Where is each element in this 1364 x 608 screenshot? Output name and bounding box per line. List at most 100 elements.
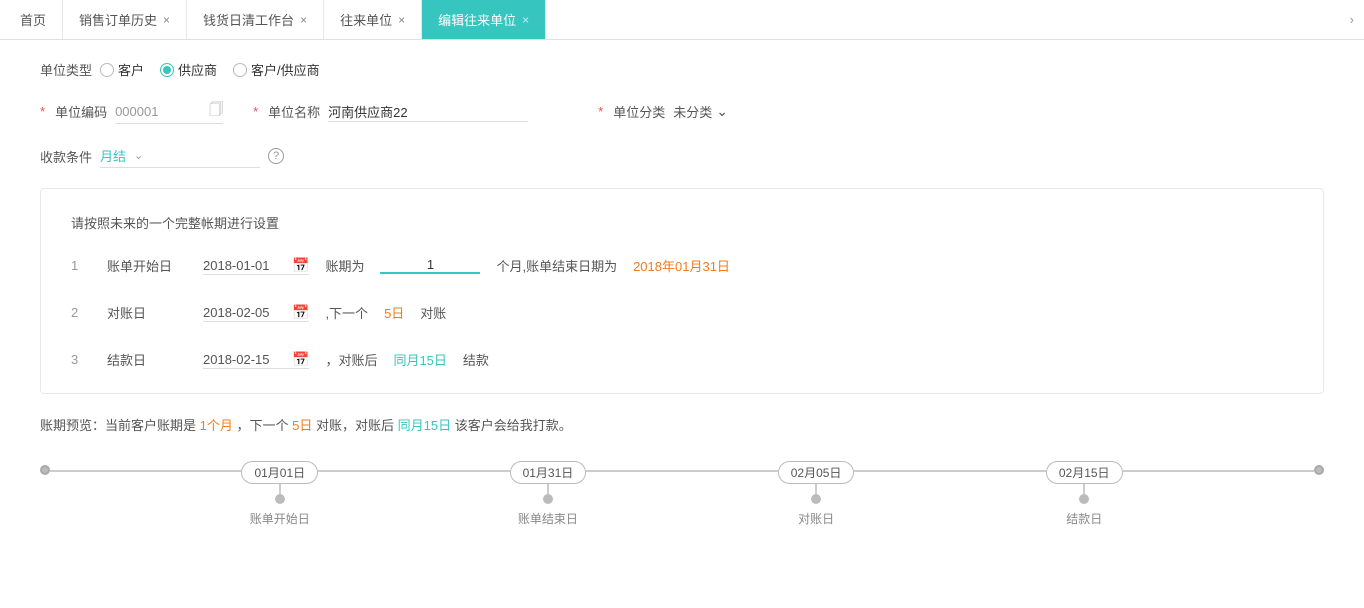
tl-stem-4	[1083, 484, 1085, 494]
tab-home-label: 首页	[20, 10, 46, 29]
reconcile-date-input: 📅	[203, 304, 309, 322]
preview-mid1: ，下一个	[237, 418, 289, 433]
start-date-input: 📅	[203, 257, 309, 275]
timeline-node-1: 01月01日 账单开始日	[241, 461, 318, 527]
payment-label: 收款条件	[40, 147, 92, 166]
unit-info-row: * 单位编码 🗍 * 单位名称 * 单位分类 未分类 ⌄	[40, 99, 1324, 124]
end-date-highlight: 2018年01月31日	[633, 256, 730, 275]
radio-customer[interactable]: 客户	[100, 60, 144, 79]
preview-section: 账期预览：当前客户账期是 1个月 ，下一个 5日 对账，对账后 同月15日 该客…	[40, 414, 1324, 527]
tab-partner-label: 往来单位	[340, 10, 392, 29]
payment-date-field[interactable]	[203, 352, 288, 367]
unit-code-field: * 单位编码 🗍	[40, 99, 223, 124]
row-label-2: 对账日	[107, 303, 187, 322]
unit-code-copy-icon[interactable]: 🗍	[209, 99, 223, 123]
radio-both-label: 客户/供应商	[251, 60, 320, 79]
payment-suffix: 结款	[463, 350, 489, 369]
timeline-node-4: 02月15日 结款日	[1046, 461, 1123, 527]
tl-line-0	[50, 470, 241, 472]
tab-sales-history[interactable]: 销售订单历史 ×	[63, 0, 187, 39]
row-num-2: 2	[71, 305, 91, 320]
row-label-3: 结款日	[107, 350, 187, 369]
tl-line-1	[318, 470, 509, 472]
setting-row-1: 1 账单开始日 📅 账期为 个月,账单结束日期为 2018年01月31日	[71, 256, 1293, 275]
tab-edit-partner-close[interactable]: ×	[522, 13, 529, 27]
preview-text: 账期预览：当前客户账期是 1个月 ，下一个 5日 对账，对账后 同月15日 该客…	[40, 414, 1324, 437]
radio-group-unit-type: 客户 供应商 客户/供应商	[100, 60, 320, 79]
payment-prefix: ，对账后	[325, 350, 377, 369]
timeline-end-dot	[1314, 465, 1324, 475]
preview-part2: 5日	[292, 418, 312, 433]
tab-partner-close[interactable]: ×	[398, 13, 405, 27]
tl-dot-1	[275, 494, 285, 504]
radio-supplier[interactable]: 供应商	[160, 60, 217, 79]
radio-customer-circle	[100, 63, 114, 77]
start-date-calendar-icon[interactable]: 📅	[292, 257, 309, 274]
radio-both-circle	[233, 63, 247, 77]
setting-row-3: 3 结款日 📅 ，对账后 同月15日 结款	[71, 350, 1293, 369]
timeline-node-4-pill: 02月15日	[1046, 461, 1123, 484]
content-area: 单位类型 客户 供应商 客户/供应商 * 单位编码	[0, 40, 1364, 608]
timeline-node-3-pill: 02月05日	[778, 461, 855, 484]
unit-classify-value: 未分类	[673, 102, 712, 121]
payment-date-calendar-icon[interactable]: 📅	[292, 351, 309, 368]
period-prefix: 账期为	[325, 256, 364, 275]
unit-type-row: 单位类型 客户 供应商 客户/供应商	[40, 60, 1324, 79]
unit-type-field: 单位类型 客户 供应商 客户/供应商	[40, 60, 320, 79]
payment-help-icon[interactable]: ?	[268, 148, 284, 164]
reconcile-date-field[interactable]	[203, 305, 288, 320]
radio-supplier-label: 供应商	[178, 60, 217, 79]
reconcile-prefix: ,下一个	[325, 303, 368, 322]
timeline-start-dot	[40, 465, 50, 475]
tl-line-3	[854, 470, 1045, 472]
tab-edit-partner[interactable]: 编辑往来单位 ×	[422, 0, 546, 39]
tab-partner[interactable]: 往来单位 ×	[324, 0, 422, 39]
tabs-scroll-arrow[interactable]: ›	[1340, 0, 1364, 39]
timeline-node-3: 02月05日 对账日	[778, 461, 855, 527]
tab-cash-work-label: 钱货日清工作台	[203, 10, 294, 29]
preview-part1: 1个月	[200, 418, 233, 433]
tl-stem-3	[815, 484, 817, 494]
period-input[interactable]	[380, 257, 480, 274]
period-suffix: 个月,账单结束日期为	[496, 256, 617, 275]
timeline-node-1-label: 账单开始日	[250, 510, 310, 527]
settings-card: 请按照未来的一个完整帐期进行设置 1 账单开始日 📅 账期为 个月,账单结束日期…	[40, 188, 1324, 394]
row-num-1: 1	[71, 258, 91, 273]
tab-sales-history-label: 销售订单历史	[79, 10, 157, 29]
tab-sales-history-close[interactable]: ×	[163, 13, 170, 27]
preview-mid2: 对账，对账后	[316, 418, 394, 433]
start-date-field[interactable]	[203, 258, 288, 273]
radio-both[interactable]: 客户/供应商	[233, 60, 320, 79]
tab-cash-work[interactable]: 钱货日清工作台 ×	[187, 0, 324, 39]
unit-classify-field: * 单位分类 未分类 ⌄	[598, 102, 813, 121]
timeline-node-2-pill: 01月31日	[510, 461, 587, 484]
reconcile-suffix: 对账	[420, 303, 446, 322]
timeline-node-1-pill: 01月01日	[241, 461, 318, 484]
payment-row: 收款条件 月结 ⌄ ?	[40, 144, 1324, 168]
tl-dot-3	[811, 494, 821, 504]
payment-highlight-day: 同月15日	[393, 350, 446, 369]
tab-cash-work-close[interactable]: ×	[300, 13, 307, 27]
unit-type-label: 单位类型	[40, 60, 92, 79]
row-num-3: 3	[71, 352, 91, 367]
payment-value: 月结	[100, 146, 126, 165]
timeline-node-3-label: 对账日	[798, 510, 834, 527]
unit-classify-select[interactable]: 未分类 ⌄	[673, 102, 813, 121]
payment-field: 收款条件 月结 ⌄ ?	[40, 144, 284, 168]
unit-code-input-wrapper: 🗍	[115, 99, 223, 124]
unit-name-input[interactable]	[328, 102, 528, 122]
timeline-node-4-label: 结款日	[1066, 510, 1102, 527]
unit-code-input[interactable]	[115, 102, 205, 121]
timeline-node-2-label: 账单结束日	[518, 510, 578, 527]
tl-line-2	[586, 470, 777, 472]
classify-arrow-icon[interactable]: ⌄	[716, 103, 728, 120]
tab-edit-partner-label: 编辑往来单位	[438, 10, 516, 29]
unit-code-label: 单位编码	[55, 102, 107, 121]
timeline: 01月01日 账单开始日 01月31日 账单结束日 02月05日	[40, 461, 1324, 527]
tab-home[interactable]: 首页	[0, 0, 63, 39]
reconcile-highlight-day: 5日	[384, 303, 404, 322]
unit-name-label: 单位名称	[268, 102, 320, 121]
reconcile-date-calendar-icon[interactable]: 📅	[292, 304, 309, 321]
preview-suffix: 该客户会给我打款。	[455, 418, 572, 433]
payment-select[interactable]: 月结 ⌄	[100, 144, 260, 168]
